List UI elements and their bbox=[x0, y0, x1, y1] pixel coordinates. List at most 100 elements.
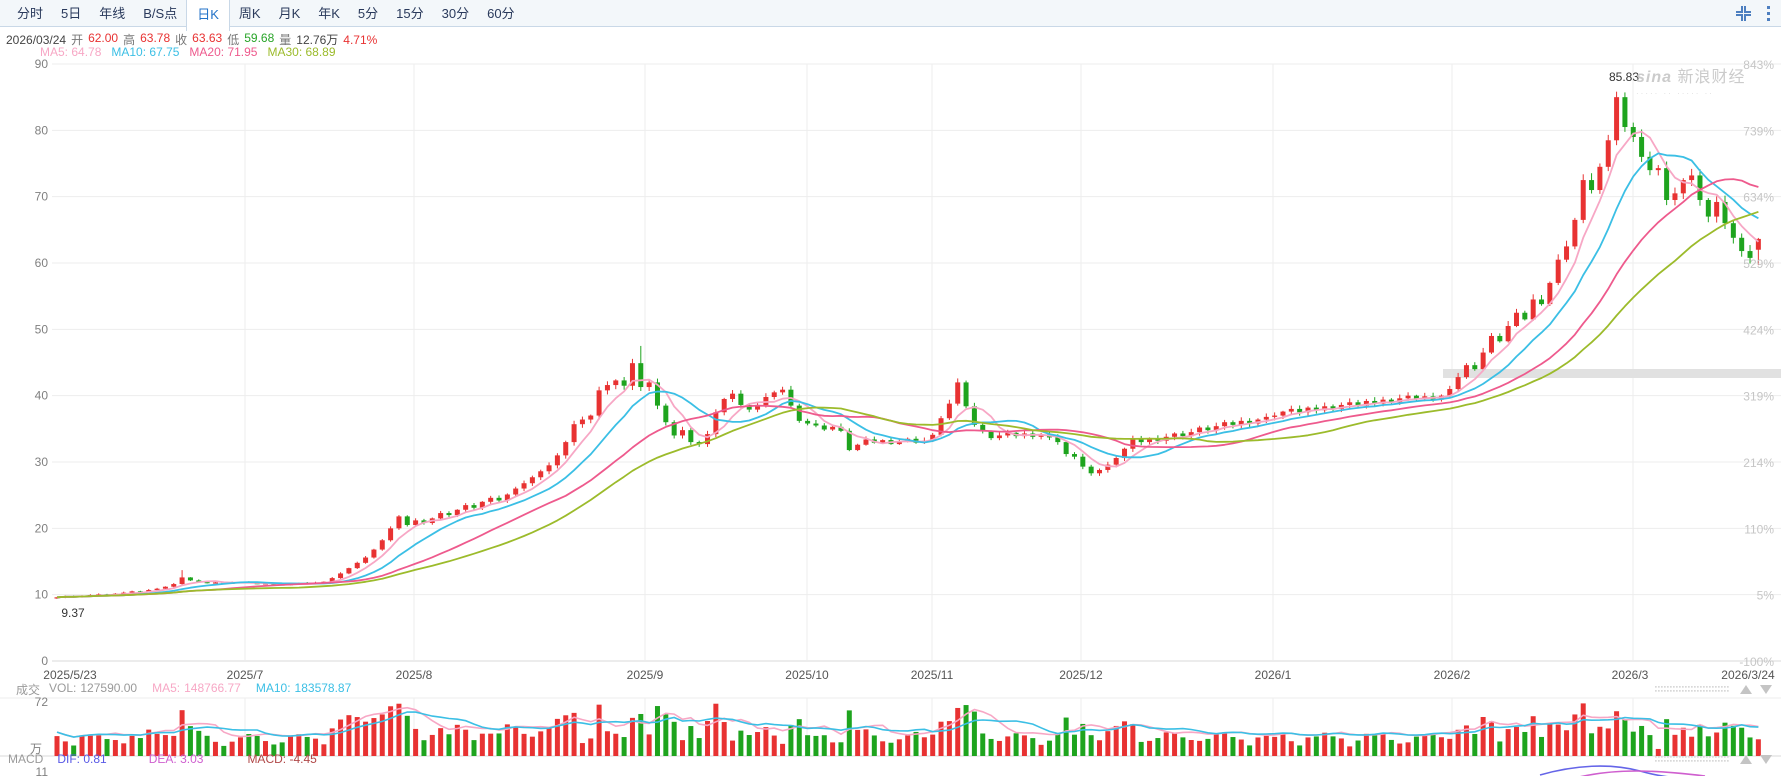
grip-dot bbox=[1727, 756, 1729, 758]
candle-body bbox=[830, 426, 836, 430]
candle-body bbox=[680, 430, 685, 436]
candle-body bbox=[796, 405, 802, 421]
volume-bar bbox=[1655, 748, 1661, 756]
tab-分时[interactable]: 分时 bbox=[8, 0, 52, 28]
grip-dot bbox=[1709, 760, 1711, 762]
x-axis-date-label: 2025/12 bbox=[1059, 668, 1103, 682]
change-percent: 4.71% bbox=[343, 33, 378, 47]
volume-bar bbox=[713, 703, 719, 756]
volume-bar bbox=[1630, 731, 1636, 756]
volume-bar bbox=[730, 740, 736, 756]
candle-body bbox=[338, 573, 344, 579]
volume-bar bbox=[930, 734, 936, 756]
grip-dot bbox=[1664, 760, 1666, 762]
y-axis-label-right: 634% bbox=[1743, 191, 1774, 205]
candle-body bbox=[162, 586, 168, 589]
tab-日K[interactable]: 日K bbox=[186, 0, 230, 31]
grip-dot bbox=[1724, 690, 1726, 692]
volume-bar bbox=[396, 703, 402, 756]
volume-bar bbox=[1363, 733, 1369, 756]
volume-bar bbox=[1597, 726, 1603, 756]
grip-dot bbox=[1685, 756, 1687, 758]
y-axis-label-right: 214% bbox=[1743, 456, 1774, 470]
grip-dot bbox=[1712, 690, 1714, 692]
tab-月K[interactable]: 月K bbox=[270, 0, 310, 28]
volume-bar bbox=[529, 736, 535, 756]
tab-30分[interactable]: 30分 bbox=[433, 0, 478, 28]
x-axis-date-label: 2025/8 bbox=[396, 668, 433, 682]
candle-body bbox=[1730, 223, 1736, 238]
watermark-subline: ····· ·· ····· ·· bbox=[1636, 89, 1714, 98]
grip-dot bbox=[1706, 756, 1708, 758]
volume-bar bbox=[1147, 740, 1153, 756]
grip-dot bbox=[1667, 760, 1669, 762]
volume-bar bbox=[1714, 732, 1720, 756]
candle-body bbox=[187, 577, 193, 581]
tab-15分[interactable]: 15分 bbox=[387, 0, 432, 28]
ma5-line bbox=[56, 130, 1759, 599]
macd-pane bbox=[1539, 765, 1706, 776]
candle-body bbox=[1488, 335, 1494, 353]
grip-dot bbox=[1673, 686, 1675, 688]
tab-60分[interactable]: 60分 bbox=[478, 0, 523, 28]
pane-collapse-icon[interactable] bbox=[1760, 685, 1772, 694]
volume-bar bbox=[1272, 736, 1278, 756]
tab-年线[interactable]: 年线 bbox=[90, 0, 134, 28]
volume-bar bbox=[513, 727, 519, 756]
candle-body bbox=[1580, 180, 1586, 220]
tab-5分[interactable]: 5分 bbox=[349, 0, 387, 28]
kebab-menu-icon[interactable] bbox=[1766, 5, 1771, 22]
candle-body bbox=[1605, 140, 1611, 167]
volume-bar bbox=[1689, 736, 1695, 756]
grip-dot bbox=[1655, 760, 1657, 762]
candle-body bbox=[1172, 433, 1178, 437]
candle-body bbox=[1063, 442, 1069, 455]
candle-body bbox=[1530, 299, 1536, 320]
grip-dot bbox=[1655, 756, 1657, 758]
volume-bar bbox=[1522, 731, 1528, 756]
candle-body bbox=[563, 442, 569, 456]
candlestick-series bbox=[54, 91, 1761, 599]
volume-bar bbox=[855, 729, 861, 756]
candle-body bbox=[396, 516, 402, 529]
y-axis-label-right: 739% bbox=[1743, 124, 1774, 138]
tab-年K[interactable]: 年K bbox=[309, 0, 349, 28]
candle-body bbox=[1280, 411, 1286, 416]
candle-body bbox=[571, 424, 577, 443]
candle-body bbox=[538, 471, 544, 478]
candle-body bbox=[855, 444, 861, 451]
kline-chart-canvas[interactable]: 90 80 70 60 50 40 30 20 10 0 843% 739% 634% 529% 424% 3… bbox=[0, 0, 1781, 776]
collapse-icon[interactable] bbox=[1735, 5, 1752, 22]
x-axis-date-label: 2025/10 bbox=[785, 668, 829, 682]
tab-5日[interactable]: 5日 bbox=[52, 0, 90, 28]
volume-bar bbox=[1697, 724, 1703, 756]
y-axis-label-right: 110% bbox=[1744, 522, 1774, 536]
ma-legend-ma5: MA5: 64.78 bbox=[40, 45, 102, 59]
candle-body bbox=[963, 382, 969, 407]
candle-body bbox=[805, 420, 811, 424]
volume-bar bbox=[696, 738, 702, 756]
candle-body bbox=[588, 415, 594, 420]
tab-周K[interactable]: 周K bbox=[230, 0, 270, 28]
volume-bar bbox=[1564, 730, 1570, 756]
candle-body bbox=[546, 465, 552, 472]
volume-bar bbox=[621, 737, 627, 756]
volume-bar bbox=[1397, 743, 1403, 756]
volume-bar bbox=[996, 740, 1002, 756]
grip-dot bbox=[1700, 686, 1702, 688]
grip-dot bbox=[1721, 686, 1723, 688]
price-annotation: 85.83 bbox=[1609, 70, 1639, 84]
candle-body bbox=[1614, 97, 1620, 141]
candle-body bbox=[354, 562, 360, 569]
x-axis-date-label: 2025/7 bbox=[227, 668, 264, 682]
tab-B/S点[interactable]: B/S点 bbox=[134, 0, 186, 28]
volume-bar bbox=[404, 715, 410, 756]
period-tabs: 分时 5日 年线 B/S点 日K 周K 月K 年K 5分 15分 30分 60分 bbox=[0, 0, 524, 31]
grip-dot bbox=[1712, 756, 1714, 758]
pane-collapse-icon[interactable] bbox=[1760, 755, 1772, 764]
pane-expand-icon[interactable] bbox=[1740, 685, 1752, 694]
vol-ma10-label: MA10: bbox=[255, 681, 291, 695]
volume-pane-resize-grip[interactable] bbox=[1655, 685, 1772, 694]
volume-bar bbox=[1013, 733, 1019, 756]
volume-bar bbox=[1238, 739, 1244, 756]
